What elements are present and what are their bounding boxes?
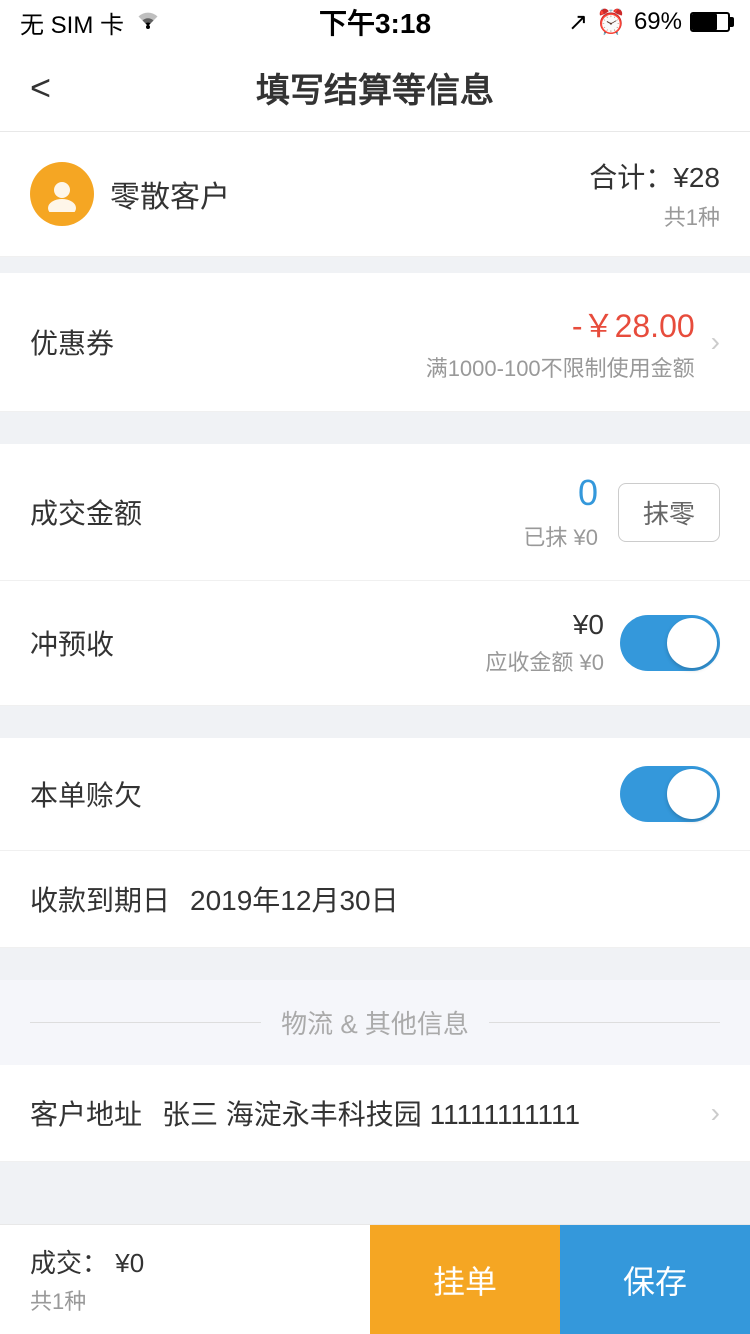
deal-sub: 已抹 ¥0: [523, 520, 598, 552]
deal-amount-col: 0 已抹 ¥0: [523, 472, 598, 552]
prepay-sub: 应收金额 ¥0: [485, 645, 604, 677]
customer-count: 共1种: [589, 200, 720, 232]
prepay-right: ¥0 应收金额 ¥0: [485, 609, 720, 677]
prepay-label: 冲预收: [30, 623, 114, 663]
battery-icon: [690, 12, 730, 32]
due-date-value[interactable]: 2019年12月30日: [190, 879, 399, 919]
coupon-row[interactable]: 优惠券 -￥28.00 满1000-100不限制使用金额 ›: [0, 273, 750, 412]
wifi-icon: [134, 8, 162, 36]
footer-count: 共1种: [30, 1284, 340, 1316]
footer-deal: 成交： ¥0: [30, 1243, 340, 1280]
coupon-amount: -￥28.00: [426, 301, 695, 347]
customer-right: 合计：¥28 共1种: [589, 156, 720, 232]
customer-row: 零散客户 合计：¥28 共1种: [0, 132, 750, 257]
round-button[interactable]: 抹零: [618, 483, 720, 542]
coupon-section: 优惠券 -￥28.00 满1000-100不限制使用金额 ›: [0, 273, 750, 412]
carrier-text: 无 SIM 卡: [20, 5, 124, 40]
footer-deal-amount: ¥0: [115, 1248, 144, 1278]
content: 零散客户 合计：¥28 共1种 优惠券 -￥28.00 满1000-100不限制…: [0, 132, 750, 1298]
address-row[interactable]: 客户地址 张三 海淀永丰科技园 11111111111 ›: [0, 1065, 750, 1162]
chevron-right-icon: ›: [711, 326, 720, 358]
customer-name: 零散客户: [110, 172, 230, 216]
nav-bar: < 填写结算等信息: [0, 44, 750, 132]
save-button[interactable]: 保存: [560, 1225, 750, 1334]
footer-deal-label: 成交：: [30, 1248, 108, 1278]
prepay-amounts: ¥0 应收金额 ¥0: [485, 609, 604, 677]
coupon-label: 优惠券: [30, 322, 114, 362]
footer: 成交： ¥0 共1种 挂单 保存: [0, 1224, 750, 1334]
status-time: 下午3:18: [319, 2, 431, 42]
debt-row: 本单赊欠: [0, 738, 750, 851]
divider-1: [0, 428, 750, 444]
battery-percent: 69%: [634, 8, 682, 36]
alarm-icon: ⏰: [596, 8, 626, 37]
address-chevron-icon: ›: [711, 1097, 720, 1129]
deal-input-area: 0 已抹 ¥0 抹零: [523, 472, 720, 552]
due-date-label: 收款到期日: [30, 879, 170, 919]
divider-3: [0, 964, 750, 980]
logistics-section: 物流 & 其他信息 客户地址 张三 海淀永丰科技园 11111111111 ›: [0, 980, 750, 1162]
address-label: 客户地址: [30, 1093, 142, 1133]
debt-toggle-knob: [667, 769, 717, 819]
hang-button[interactable]: 挂单: [370, 1225, 560, 1334]
deal-row: 成交金额 0 已抹 ¥0 抹零: [0, 444, 750, 581]
debt-label: 本单赊欠: [30, 774, 142, 814]
deal-label: 成交金额: [30, 492, 142, 532]
debt-toggle[interactable]: [620, 766, 720, 822]
prepay-main: ¥0: [485, 609, 604, 641]
date-row: 收款到期日 2019年12月30日: [0, 851, 750, 948]
prepay-toggle[interactable]: [620, 615, 720, 671]
address-value: 张三 海淀永丰科技园 11111111111: [162, 1093, 711, 1133]
status-right: ↗ ⏰ 69%: [568, 8, 730, 37]
status-bar: 无 SIM 卡 下午3:18 ↗ ⏰ 69%: [0, 0, 750, 44]
toggle-knob: [667, 618, 717, 668]
customer-left: 零散客户: [30, 162, 230, 226]
line-left: [30, 1022, 261, 1023]
coupon-desc: 满1000-100不限制使用金额: [426, 351, 695, 383]
debt-section: 本单赊欠 收款到期日 2019年12月30日: [0, 738, 750, 948]
status-left: 无 SIM 卡: [20, 5, 162, 40]
footer-info: 成交： ¥0 共1种: [0, 1225, 370, 1334]
deal-section: 成交金额 0 已抹 ¥0 抹零 冲预收 ¥0 应收金额 ¥0: [0, 444, 750, 706]
deal-amount-row: 成交金额 0 已抹 ¥0 抹零: [30, 472, 720, 552]
prepay-row: 冲预收 ¥0 应收金额 ¥0: [0, 581, 750, 706]
avatar: [30, 162, 94, 226]
customer-section: 零散客户 合计：¥28 共1种: [0, 132, 750, 257]
coupon-info: -￥28.00 满1000-100不限制使用金额: [426, 301, 695, 383]
logistics-header: 物流 & 其他信息: [0, 980, 750, 1065]
customer-total: 合计：¥28: [589, 156, 720, 196]
coupon-right: -￥28.00 满1000-100不限制使用金额 ›: [426, 301, 720, 383]
back-button[interactable]: <: [30, 67, 51, 109]
page-title: 填写结算等信息: [256, 63, 494, 112]
deal-value[interactable]: 0: [578, 472, 598, 514]
logistics-title: 物流 & 其他信息: [281, 1004, 469, 1041]
location-icon: ↗: [568, 8, 588, 37]
line-right: [489, 1022, 720, 1023]
divider-2: [0, 722, 750, 738]
